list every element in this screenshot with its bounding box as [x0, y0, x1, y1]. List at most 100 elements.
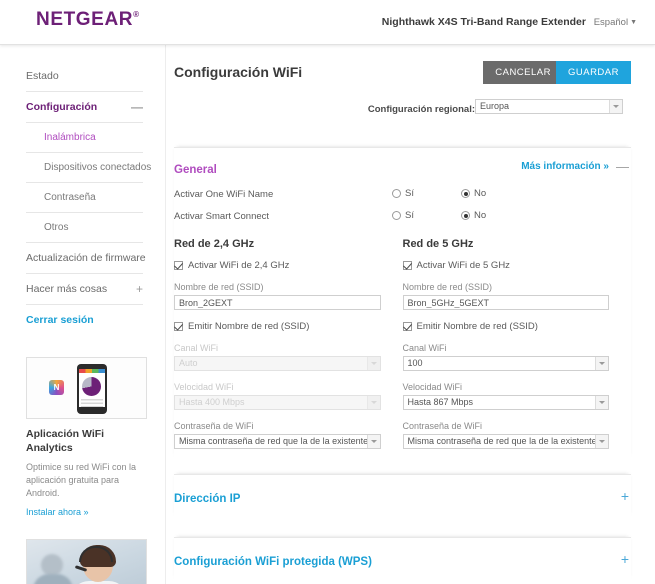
cancel-button[interactable]: CANCELAR	[483, 61, 563, 84]
password-24ghz-value: Misma contraseña de red que la de la exi…	[179, 436, 369, 446]
checkbox-label: Emitir Nombre de red (SSID)	[416, 321, 538, 332]
password-24ghz-group: Contraseña de WiFi Misma contraseña de r…	[174, 421, 381, 449]
sidebar-item-label: Contraseña	[44, 192, 96, 203]
general-panel: General Más información » — Activar One …	[174, 147, 631, 460]
one-wifi-name-row: Activar One WiFi Name Sí No	[174, 186, 631, 204]
wps-expand-toggle[interactable]: +	[621, 552, 629, 566]
region-select[interactable]: Europa	[475, 99, 623, 114]
wifi-analytics-card: N Aplicación WiFi Analytics Optimice su …	[26, 357, 147, 517]
broadcast-ssid-24ghz-checkbox[interactable]: Emitir Nombre de red (SSID)	[174, 321, 381, 332]
more-info-link[interactable]: Más información »	[521, 161, 609, 172]
netgear-logo: NETGEAR®	[36, 9, 140, 31]
one-wifi-name-no-radio[interactable]: No	[461, 188, 486, 199]
page-header: Configuración WiFi CANCELAR GUARDAR	[174, 61, 631, 91]
password-5ghz-select[interactable]: Misma contraseña de red que la de la exi…	[402, 434, 609, 449]
channel-24ghz-group: Canal WiFi Auto	[174, 343, 381, 371]
wifi-analytics-illustration: N	[26, 357, 147, 419]
expand-plus-icon[interactable]: +	[136, 283, 143, 295]
app-icon: N	[49, 380, 64, 395]
region-select-box[interactable]: Europa	[475, 99, 623, 114]
page-title: Configuración WiFi	[174, 64, 303, 80]
broadcast-ssid-5ghz-checkbox[interactable]: Emitir Nombre de red (SSID)	[402, 321, 610, 332]
phone-icon	[77, 364, 107, 414]
phone-colorbar	[79, 369, 105, 373]
support-agent-photo	[26, 539, 147, 584]
smart-connect-yes-radio[interactable]: Sí	[392, 210, 414, 221]
password-24ghz-label: Contraseña de WiFi	[174, 421, 254, 431]
sidebar-item-configuracion[interactable]: Configuración —	[26, 92, 143, 123]
speed-24ghz-group: Velocidad WiFi Hasta 400 Mbps	[174, 382, 381, 410]
install-now-link[interactable]: Instalar ahora »	[26, 507, 147, 517]
band-24ghz-title: Red de 2,4 GHz	[174, 238, 255, 250]
phone-list-rows	[81, 399, 103, 407]
sidebar-item-dispositivos-conectados[interactable]: Dispositivos conectados	[26, 153, 151, 183]
radio-label: No	[474, 188, 487, 199]
general-panel-header: General Más información » —	[174, 160, 631, 177]
one-wifi-name-yes-radio[interactable]: Sí	[392, 188, 414, 199]
radio-icon	[392, 211, 401, 220]
ssid-24ghz-label: Nombre de red (SSID)	[174, 282, 264, 292]
speed-5ghz-label: Velocidad WiFi	[402, 382, 463, 392]
wps-section-title: Configuración WiFi protegida (WPS)	[174, 556, 372, 568]
sidebar: Estado Configuración — Inalámbrica Dispo…	[0, 45, 165, 584]
channel-5ghz-value: 100	[407, 358, 423, 368]
sidebar-item-label: Hacer más cosas	[26, 283, 108, 295]
radio-icon-selected	[461, 211, 470, 220]
ssid-5ghz-group: Nombre de red (SSID)	[402, 282, 609, 310]
sidebar-item-label: Dispositivos conectados	[44, 162, 152, 173]
chevron-down-icon: ▼	[630, 19, 637, 26]
wps-panel[interactable]: Configuración WiFi protegida (WPS) +	[174, 537, 631, 582]
page-layout: Estado Configuración — Inalámbrica Dispo…	[0, 45, 655, 584]
collapse-minus-icon[interactable]: —	[131, 101, 143, 113]
channel-24ghz-label: Canal WiFi	[174, 343, 219, 353]
language-selector[interactable]: Español ▼	[594, 17, 637, 28]
pie-chart-icon	[82, 377, 101, 396]
enable-5ghz-checkbox[interactable]: Activar WiFi de 5 GHz	[402, 260, 610, 271]
save-button[interactable]: GUARDAR	[555, 61, 631, 84]
channel-5ghz-label: Canal WiFi	[402, 343, 447, 353]
ssid-5ghz-input[interactable]	[402, 295, 609, 310]
top-header-bar: NETGEAR® Nighthawk X4S Tri-Band Range Ex…	[0, 0, 655, 45]
sidebar-item-estado[interactable]: Estado	[26, 61, 143, 92]
region-label: Configuración regional:	[367, 104, 475, 115]
speed-24ghz-value: Hasta 400 Mbps	[179, 397, 245, 407]
chevron-down-icon	[595, 396, 608, 409]
chevron-down-icon	[595, 435, 608, 448]
main-content: Configuración WiFi CANCELAR GUARDAR Conf…	[165, 45, 655, 584]
smart-connect-no-radio[interactable]: No	[461, 210, 486, 221]
checkbox-icon-checked	[402, 322, 412, 331]
speed-5ghz-select[interactable]: Hasta 867 Mbps	[402, 395, 609, 410]
channel-5ghz-select[interactable]: 100	[402, 356, 609, 371]
sidebar-item-cerrar-sesion[interactable]: Cerrar sesión	[26, 305, 143, 335]
speed-5ghz-value: Hasta 867 Mbps	[407, 397, 474, 407]
radio-icon-selected	[461, 189, 470, 198]
sidebar-item-hacer-mas-cosas[interactable]: Hacer más cosas +	[26, 274, 143, 305]
chevron-down-icon	[366, 357, 380, 370]
password-24ghz-select[interactable]: Misma contraseña de red que la de la exi…	[174, 434, 381, 449]
speed-5ghz-group: Velocidad WiFi Hasta 867 Mbps	[402, 382, 609, 410]
sidebar-item-otros[interactable]: Otros	[26, 213, 143, 243]
general-collapse-toggle[interactable]: —	[616, 160, 629, 174]
band-columns: Red de 2,4 GHz Activar WiFi de 2,4 GHz N…	[174, 238, 631, 460]
band-24ghz: Red de 2,4 GHz Activar WiFi de 2,4 GHz N…	[174, 238, 403, 460]
band-5ghz: Red de 5 GHz Activar WiFi de 5 GHz Nombr…	[402, 238, 632, 460]
ssid-24ghz-input[interactable]	[174, 295, 381, 310]
ip-address-expand-toggle[interactable]: +	[621, 489, 629, 503]
chevron-down-icon	[366, 396, 380, 409]
sidebar-item-contrasena[interactable]: Contraseña	[26, 183, 143, 213]
enable-24ghz-checkbox[interactable]: Activar WiFi de 2,4 GHz	[174, 260, 381, 271]
ip-address-panel[interactable]: Dirección IP +	[174, 474, 631, 519]
chevron-down-icon	[609, 100, 622, 113]
sidebar-item-inalambrica[interactable]: Inalámbrica	[26, 123, 143, 153]
need-help-card: ¿Necesita ayuda? Envíe sus dudas a nuest…	[26, 539, 147, 584]
checkbox-label: Activar WiFi de 5 GHz	[416, 260, 510, 271]
sidebar-item-label: Otros	[44, 222, 69, 233]
channel-5ghz-group: Canal WiFi 100	[402, 343, 609, 371]
speed-24ghz-label: Velocidad WiFi	[174, 382, 234, 392]
checkbox-label: Activar WiFi de 2,4 GHz	[188, 260, 290, 271]
trademark-symbol: ®	[133, 10, 140, 19]
ip-address-panel-header: Dirección IP +	[174, 489, 631, 505]
sidebar-item-label: Estado	[26, 70, 59, 82]
sidebar-item-actualizacion-firmware[interactable]: Actualización de firmware	[26, 243, 146, 274]
sidebar-item-label: Cerrar sesión	[26, 314, 94, 326]
